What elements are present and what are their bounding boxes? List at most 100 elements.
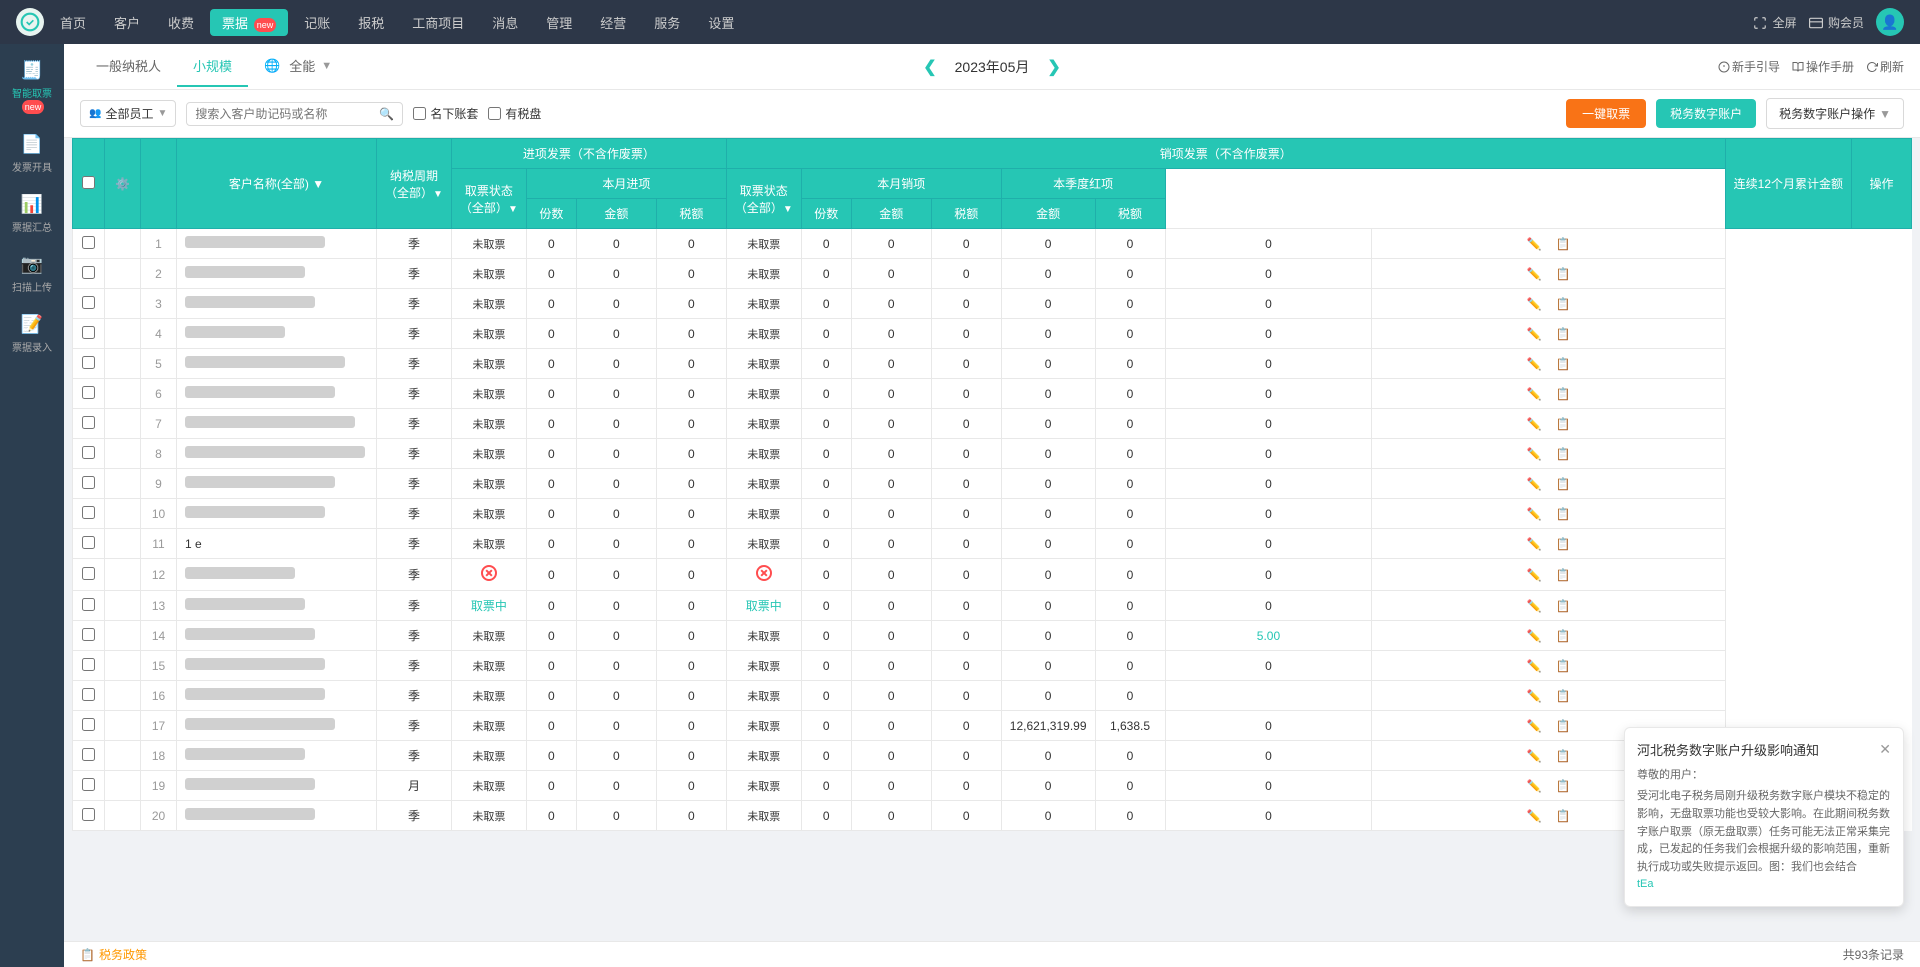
edit-btn[interactable]: ✏️ xyxy=(1527,447,1542,461)
new-guide-btn[interactable]: 新手引导 xyxy=(1718,58,1780,75)
period-prev-btn[interactable]: ❮ xyxy=(917,55,942,79)
nav-bookkeeping[interactable]: 记账 xyxy=(292,9,342,36)
edit-btn[interactable]: ✏️ xyxy=(1527,599,1542,613)
copy-btn[interactable]: 📋 xyxy=(1556,447,1571,461)
settings-icon[interactable]: ⚙️ xyxy=(115,177,130,191)
tax-policy-link[interactable]: 📋 税务政策 xyxy=(80,946,147,963)
sidebar-item-invoice-open[interactable]: 📄 发票开具 xyxy=(3,126,61,182)
notif-link[interactable]: tEa xyxy=(1637,878,1654,890)
row-checkbox[interactable] xyxy=(82,688,95,701)
edit-btn[interactable]: ✏️ xyxy=(1527,477,1542,491)
sidebar-item-invoice-summary[interactable]: 📊 票据汇总 xyxy=(3,186,61,242)
copy-btn[interactable]: 📋 xyxy=(1556,237,1571,251)
digital-account-ops-btn[interactable]: 税务数字账户操作 ▼ xyxy=(1766,98,1904,129)
sidebar-item-smart-fetch[interactable]: 🧾 智能取票 new xyxy=(3,52,61,122)
nav-service[interactable]: 服务 xyxy=(642,9,692,36)
row-checkbox[interactable] xyxy=(82,386,95,399)
edit-btn[interactable]: ✏️ xyxy=(1527,537,1542,551)
row-checkbox[interactable] xyxy=(82,446,95,459)
tab-all-capable[interactable]: 🌐 全能 ▼ xyxy=(248,46,348,87)
copy-btn[interactable]: 📋 xyxy=(1556,357,1571,371)
edit-btn[interactable]: ✏️ xyxy=(1527,357,1542,371)
user-avatar[interactable]: 👤 xyxy=(1876,8,1904,36)
copy-btn[interactable]: 📋 xyxy=(1556,599,1571,613)
row-checkbox[interactable] xyxy=(82,506,95,519)
edit-btn[interactable]: ✏️ xyxy=(1527,297,1542,311)
ledger-checkbox[interactable] xyxy=(413,107,426,120)
copy-btn[interactable]: 📋 xyxy=(1556,779,1571,793)
copy-btn[interactable]: 📋 xyxy=(1556,267,1571,281)
nav-admin[interactable]: 管理 xyxy=(534,9,584,36)
edit-btn[interactable]: ✏️ xyxy=(1527,507,1542,521)
member-btn[interactable]: 购会员 xyxy=(1809,14,1864,31)
edit-btn[interactable]: ✏️ xyxy=(1527,629,1542,643)
copy-btn[interactable]: 📋 xyxy=(1556,507,1571,521)
copy-btn[interactable]: 📋 xyxy=(1556,387,1571,401)
search-input[interactable] xyxy=(195,107,375,121)
nav-message[interactable]: 消息 xyxy=(480,9,530,36)
copy-btn[interactable]: 📋 xyxy=(1556,537,1571,551)
sidebar-item-invoice-entry[interactable]: 📝 票据录入 xyxy=(3,306,61,362)
row-checkbox[interactable] xyxy=(82,778,95,791)
edit-btn[interactable]: ✏️ xyxy=(1527,749,1542,763)
tax-disk-checkbox[interactable] xyxy=(488,107,501,120)
row-checkbox[interactable] xyxy=(82,236,95,249)
tab-general-taxpayer[interactable]: 一般纳税人 xyxy=(80,46,177,87)
edit-btn[interactable]: ✏️ xyxy=(1527,267,1542,281)
edit-btn[interactable]: ✏️ xyxy=(1527,568,1542,582)
row-checkbox[interactable] xyxy=(82,567,95,580)
copy-btn[interactable]: 📋 xyxy=(1556,749,1571,763)
edit-btn[interactable]: ✏️ xyxy=(1527,659,1542,673)
copy-btn[interactable]: 📋 xyxy=(1556,327,1571,341)
one-click-fetch-btn[interactable]: 一键取票 xyxy=(1566,99,1646,128)
nav-customer[interactable]: 客户 xyxy=(102,9,152,36)
edit-btn[interactable]: ✏️ xyxy=(1527,417,1542,431)
row-checkbox[interactable] xyxy=(82,718,95,731)
manual-btn[interactable]: 操作手册 xyxy=(1792,58,1854,75)
nav-business[interactable]: 工商项目 xyxy=(400,9,476,36)
copy-btn[interactable]: 📋 xyxy=(1556,417,1571,431)
th-client-name[interactable]: 客户名称(全部) ▼ xyxy=(177,139,377,229)
row-checkbox[interactable] xyxy=(82,808,95,821)
edit-btn[interactable]: ✏️ xyxy=(1527,779,1542,793)
copy-btn[interactable]: 📋 xyxy=(1556,719,1571,733)
row-checkbox[interactable] xyxy=(82,266,95,279)
nav-invoice[interactable]: 票据 new xyxy=(210,9,288,36)
copy-btn[interactable]: 📋 xyxy=(1556,809,1571,823)
copy-btn[interactable]: 📋 xyxy=(1556,477,1571,491)
row-checkbox[interactable] xyxy=(82,748,95,761)
edit-btn[interactable]: ✏️ xyxy=(1527,387,1542,401)
row-checkbox[interactable] xyxy=(82,628,95,641)
select-all-checkbox[interactable] xyxy=(82,176,95,189)
tab-small-scale[interactable]: 小规模 xyxy=(177,46,248,87)
tax-disk-checkbox-label[interactable]: 有税盘 xyxy=(488,105,541,122)
nav-settings[interactable]: 设置 xyxy=(696,9,746,36)
fullscreen-btn[interactable]: 全屏 xyxy=(1753,14,1796,31)
th-sales-status[interactable]: 取票状态（全部）▼ xyxy=(726,169,801,229)
edit-btn[interactable]: ✏️ xyxy=(1527,809,1542,823)
row-checkbox[interactable] xyxy=(82,658,95,671)
edit-btn[interactable]: ✏️ xyxy=(1527,689,1542,703)
refresh-btn[interactable]: 刷新 xyxy=(1866,58,1904,75)
copy-btn[interactable]: 📋 xyxy=(1556,297,1571,311)
edit-btn[interactable]: ✏️ xyxy=(1527,327,1542,341)
nav-tax[interactable]: 报税 xyxy=(346,9,396,36)
nav-operation[interactable]: 经营 xyxy=(588,9,638,36)
copy-btn[interactable]: 📋 xyxy=(1556,659,1571,673)
edit-btn[interactable]: ✏️ xyxy=(1527,237,1542,251)
search-icon[interactable]: 🔍 xyxy=(379,107,394,121)
row-checkbox[interactable] xyxy=(82,356,95,369)
digital-account-btn[interactable]: 税务数字账户 xyxy=(1656,99,1756,128)
nav-billing[interactable]: 收费 xyxy=(156,9,206,36)
copy-btn[interactable]: 📋 xyxy=(1556,689,1571,703)
th-tax-period[interactable]: 纳税周期（全部）▼ xyxy=(377,139,452,229)
row-checkbox[interactable] xyxy=(82,536,95,549)
ledger-checkbox-label[interactable]: 名下账套 xyxy=(413,105,478,122)
row-checkbox[interactable] xyxy=(82,326,95,339)
copy-btn[interactable]: 📋 xyxy=(1556,629,1571,643)
sidebar-item-scan-upload[interactable]: 📷 扫描上传 xyxy=(3,246,61,302)
employee-select[interactable]: 👥 全部员工 ▼ xyxy=(80,100,176,127)
row-checkbox[interactable] xyxy=(82,296,95,309)
notif-close-btn[interactable]: ✕ xyxy=(1879,741,1891,758)
nav-home[interactable]: 首页 xyxy=(48,9,98,36)
